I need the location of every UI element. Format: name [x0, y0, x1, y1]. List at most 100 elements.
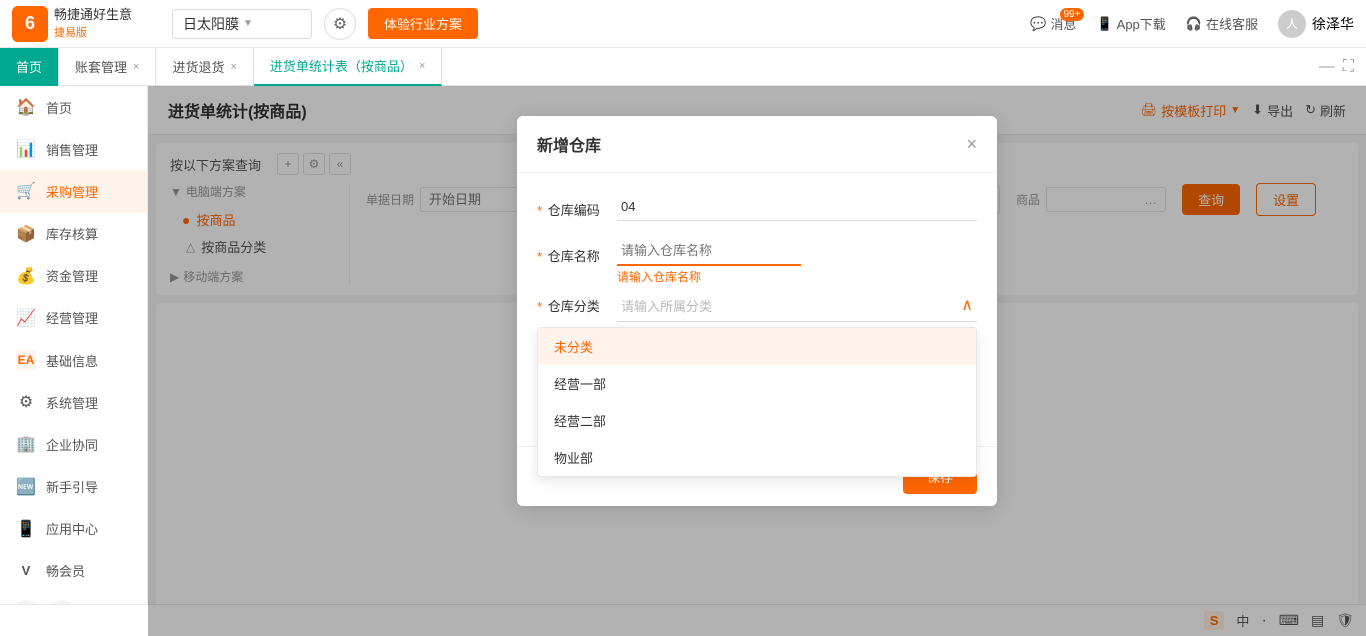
guide-icon: 🆕: [16, 477, 36, 497]
sidebar-item-finance[interactable]: 💰 资金管理: [0, 255, 147, 297]
category-label: * 仓库分类: [537, 289, 617, 315]
tab-accounts[interactable]: 账套管理 ×: [59, 48, 156, 86]
modal-close-button[interactable]: ×: [966, 134, 977, 155]
sales-icon: 📊: [16, 139, 36, 159]
tab-right-buttons: — ⛶: [1319, 58, 1366, 76]
tab-bar: 首页 账套管理 × 进货退货 × 进货单统计表（按商品） × — ⛶: [0, 48, 1366, 86]
operation-icon: 📈: [16, 308, 36, 328]
tab-home[interactable]: 首页: [0, 48, 59, 86]
accounts-tab-close[interactable]: ×: [133, 61, 139, 73]
sidebar-item-home[interactable]: 🏠 首页: [0, 86, 147, 128]
code-label: * 仓库编码: [537, 193, 617, 219]
system-icon: ⚙: [16, 392, 36, 412]
sidebar-item-purchase[interactable]: 🛒 采购管理: [0, 170, 147, 212]
store-arrow-icon: ▼: [243, 18, 253, 29]
store-name: 日太阳膜: [183, 14, 239, 34]
user-avatar: 人: [1278, 10, 1306, 38]
modal-header: 新增仓库 ×: [517, 116, 997, 173]
message-badge: 99+: [1060, 8, 1085, 21]
sidebar-item-basic[interactable]: EA 基础信息: [0, 339, 147, 381]
modal-body: * 仓库编码 * 仓库名称: [517, 173, 997, 446]
name-error-msg: 请输入仓库名称: [617, 270, 701, 284]
finance-icon: 💰: [16, 266, 36, 286]
sidebar-label-basic: 基础信息: [46, 351, 98, 370]
category-arrow-icon: ∧: [961, 295, 973, 315]
gear-icon: ⚙: [333, 14, 347, 34]
phone-icon: 📱: [1096, 16, 1112, 32]
category-placeholder: 请输入所属分类: [621, 296, 712, 315]
inventory-icon: 📦: [16, 224, 36, 244]
appcenter-icon: 📱: [16, 519, 36, 539]
name-field-row: * 仓库名称 请输入仓库名称: [537, 237, 977, 285]
user-info[interactable]: 人 徐泽华: [1278, 10, 1354, 38]
top-header: 6 畅捷通好生意 捷易版 日太阳膜 ▼ ⚙ 体验行业方案 💬 消息 99+ 📱 …: [0, 0, 1366, 48]
tab-purchase-stat[interactable]: 进货单统计表（按商品） ×: [254, 48, 442, 86]
category-wrapper: 请输入所属分类 ∧ 未分类 经营一部 经营二部 物业部: [617, 289, 977, 322]
name-input[interactable]: [617, 237, 801, 266]
accounts-tab-label: 账套管理: [75, 57, 127, 76]
code-field-row: * 仓库编码: [537, 193, 977, 221]
sidebar-item-member[interactable]: V 畅会员: [0, 550, 147, 592]
sidebar-label-appcenter: 应用中心: [46, 519, 98, 538]
tab-purchase-return[interactable]: 进货退货 ×: [156, 48, 253, 86]
app-name: 畅捷通好生意: [54, 7, 132, 24]
code-input[interactable]: [617, 193, 977, 221]
sidebar-label-purchase: 采购管理: [46, 182, 98, 201]
sidebar-label-member: 畅会员: [46, 561, 85, 580]
online-service-label: 在线客服: [1206, 14, 1258, 33]
store-selector[interactable]: 日太阳膜 ▼: [172, 9, 312, 39]
sidebar-item-appcenter[interactable]: 📱 应用中心: [0, 508, 147, 550]
home-icon: 🏠: [16, 97, 36, 117]
sidebar-item-system[interactable]: ⚙ 系统管理: [0, 381, 147, 423]
tab-maximize-icon[interactable]: ⛶: [1343, 58, 1354, 76]
purchase-return-tab-label: 进货退货: [172, 57, 224, 76]
category-option-dept1[interactable]: 经营一部: [538, 365, 976, 402]
purchase-stat-tab-close[interactable]: ×: [419, 60, 425, 72]
member-icon: V: [16, 561, 36, 581]
name-label: * 仓库名称: [537, 239, 617, 265]
category-option-dept2[interactable]: 经营二部: [538, 402, 976, 439]
logo-icon: 6: [12, 6, 48, 42]
category-dropdown-trigger[interactable]: 请输入所属分类 ∧: [617, 289, 977, 322]
content-area: 进货单统计(按商品) 🖨 按模板打印 ▼ ⬇ 导出 ↻ 刷新: [148, 86, 1366, 636]
online-service-button[interactable]: 🎧 在线客服: [1186, 14, 1258, 33]
modal-overlay: 新增仓库 × * 仓库编码: [148, 86, 1366, 636]
sidebar-item-inventory[interactable]: 📦 库存核算: [0, 213, 147, 255]
sidebar-label-system: 系统管理: [46, 393, 98, 412]
logo-area: 6 畅捷通好生意 捷易版: [12, 6, 160, 42]
app-download-button[interactable]: 📱 App下载: [1096, 14, 1165, 33]
sidebar: 🏠 首页 📊 销售管理 🛒 采购管理 📦 库存核算 💰 资金管理 📈 经营管理 …: [0, 86, 148, 636]
sidebar-label-home: 首页: [46, 98, 72, 117]
sidebar-label-finance: 资金管理: [46, 266, 98, 285]
sidebar-item-enterprise[interactable]: 🏢 企业协同: [0, 423, 147, 465]
category-field-row: * 仓库分类 请输入所属分类 ∧ 未分类 经营一部: [537, 289, 977, 322]
add-warehouse-modal: 新增仓库 × * 仓库编码: [517, 116, 997, 506]
main-layout: 🏠 首页 📊 销售管理 🛒 采购管理 📦 库存核算 💰 资金管理 📈 经营管理 …: [0, 86, 1366, 636]
enterprise-icon: 🏢: [16, 434, 36, 454]
purchase-icon: 🛒: [16, 181, 36, 201]
purchase-stat-tab-label: 进货单统计表（按商品）: [270, 56, 413, 75]
category-option-uncategorized[interactable]: 未分类: [538, 328, 976, 365]
app-download-label: App下载: [1117, 14, 1166, 33]
header-right: 💬 消息 99+ 📱 App下载 🎧 在线客服 人 徐泽华: [1030, 10, 1354, 38]
sidebar-label-sales: 销售管理: [46, 140, 98, 159]
settings-button[interactable]: ⚙: [324, 8, 356, 40]
sidebar-label-operation: 经营管理: [46, 308, 98, 327]
tab-minimize-icon[interactable]: —: [1319, 58, 1335, 76]
sidebar-item-operation[interactable]: 📈 经营管理: [0, 297, 147, 339]
trial-button[interactable]: 体验行业方案: [368, 8, 478, 39]
basic-icon: EA: [16, 350, 36, 370]
home-tab-label: 首页: [16, 57, 42, 76]
category-dropdown-menu: 未分类 经营一部 经营二部 物业部: [537, 327, 977, 477]
app-badge: 捷易版: [54, 24, 132, 40]
message-icon: 💬: [1030, 16, 1046, 32]
sidebar-item-sales[interactable]: 📊 销售管理: [0, 128, 147, 170]
user-name: 徐泽华: [1312, 14, 1354, 34]
modal-title: 新增仓库: [537, 132, 601, 156]
category-option-property[interactable]: 物业部: [538, 439, 976, 476]
sidebar-item-guide[interactable]: 🆕 新手引导: [0, 466, 147, 508]
message-button[interactable]: 💬 消息 99+: [1030, 14, 1076, 33]
headset-icon: 🎧: [1186, 16, 1202, 32]
sidebar-label-guide: 新手引导: [46, 477, 98, 496]
purchase-return-tab-close[interactable]: ×: [230, 61, 236, 73]
